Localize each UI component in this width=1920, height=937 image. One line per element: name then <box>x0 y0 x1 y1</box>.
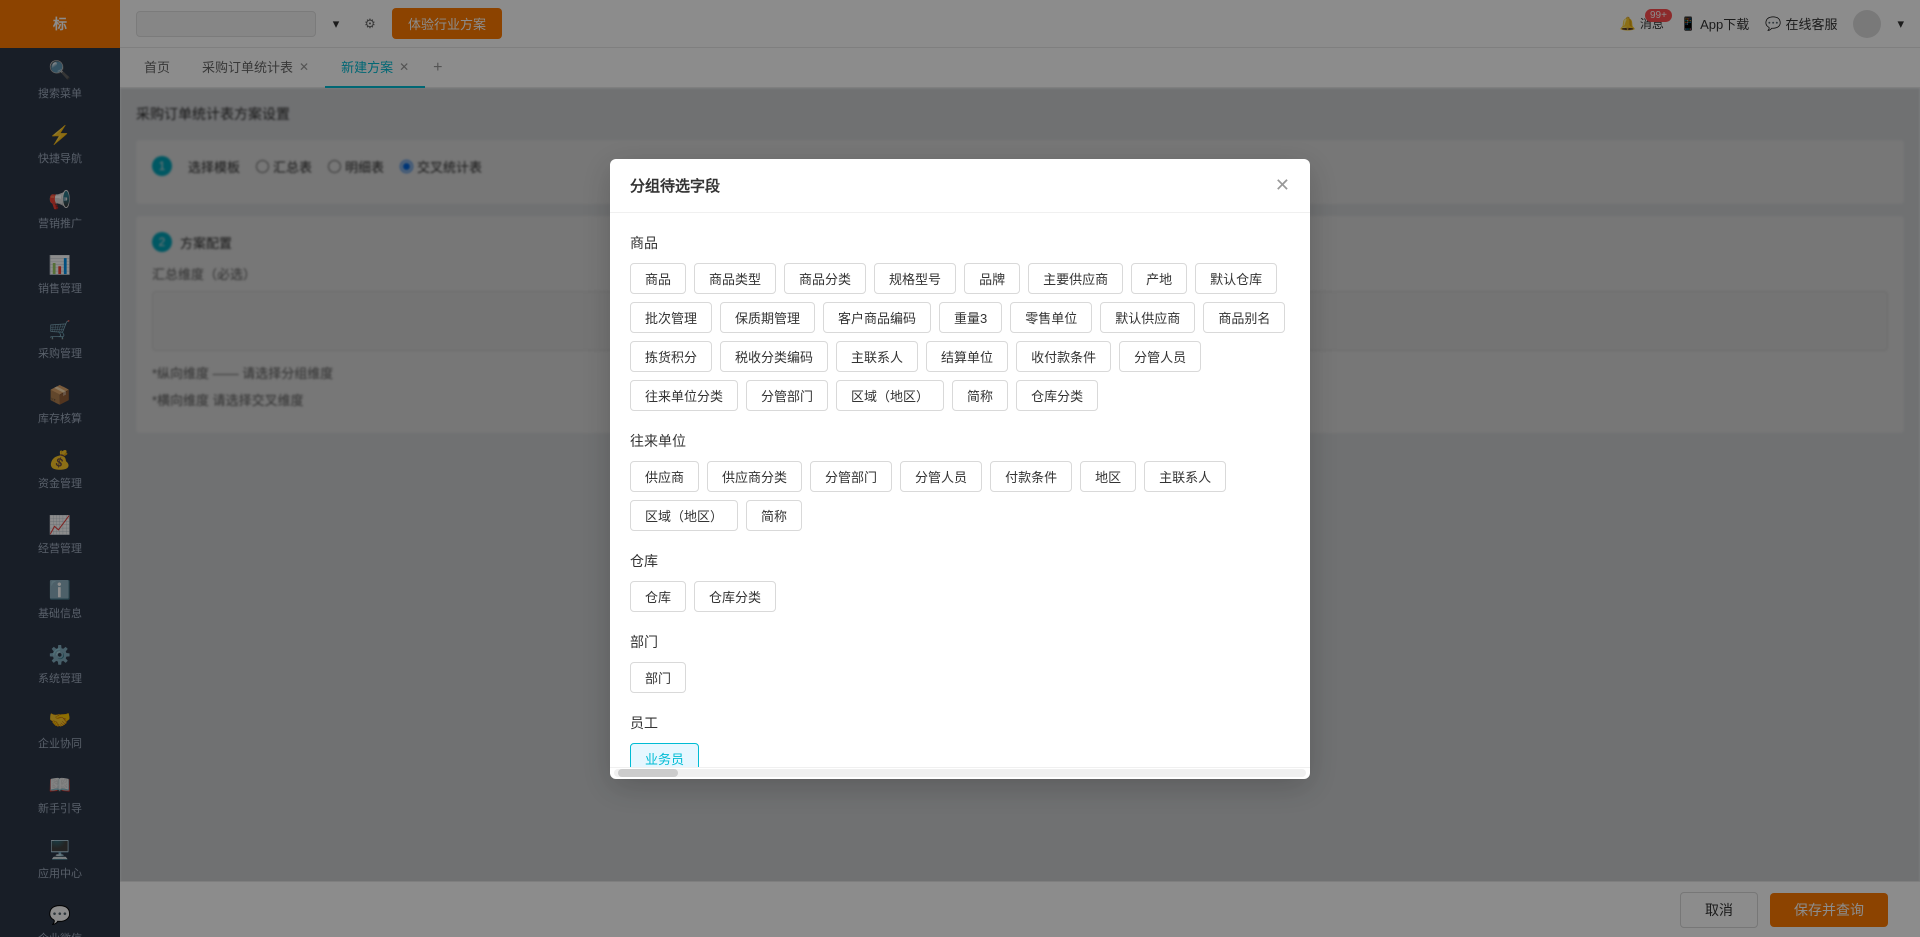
field-section-0: 商品商品商品类型商品分类规格型号品牌主要供应商产地默认仓库批次管理保质期管理客户… <box>630 233 1290 411</box>
field-tag-0-23[interactable]: 区域（地区） <box>836 380 944 411</box>
field-section-1: 往来单位供应商供应商分类分管部门分管人员付款条件地区主联系人区域（地区） 简称 <box>630 431 1290 531</box>
field-tag-0-8[interactable]: 批次管理 <box>630 302 712 333</box>
field-tag-0-16[interactable]: 税收分类编码 <box>720 341 828 372</box>
field-tag-0-25[interactable]: 仓库分类 <box>1016 380 1098 411</box>
field-tag-0-17[interactable]: 主联系人 <box>836 341 918 372</box>
field-section-4: 员工业务员 <box>630 713 1290 767</box>
field-tag-0-0[interactable]: 商品 <box>630 263 686 294</box>
field-tag-1-4[interactable]: 付款条件 <box>990 461 1072 492</box>
field-tag-0-24[interactable]: 简称 <box>952 380 1008 411</box>
field-tag-0-13[interactable]: 默认供应商 <box>1100 302 1195 333</box>
field-tag-1-6[interactable]: 主联系人 <box>1144 461 1226 492</box>
modal-close-button[interactable]: ✕ <box>1275 175 1290 196</box>
field-tag-0-21[interactable]: 往来单位分类 <box>630 380 738 411</box>
section-title-3: 部门 <box>630 632 1290 652</box>
modal-horizontal-scroll[interactable] <box>610 767 1310 779</box>
field-grid-3: 部门 <box>630 662 1290 693</box>
field-tag-0-14[interactable]: 商品别名 <box>1203 302 1285 333</box>
field-tag-0-3[interactable]: 规格型号 <box>874 263 956 294</box>
modal-dialog: 分组待选字段 ✕ 商品商品商品类型商品分类规格型号品牌主要供应商产地默认仓库批次… <box>610 159 1310 779</box>
field-tag-0-5[interactable]: 主要供应商 <box>1028 263 1123 294</box>
section-title-1: 往来单位 <box>630 431 1290 451</box>
modal-body: 商品商品商品类型商品分类规格型号品牌主要供应商产地默认仓库批次管理保质期管理客户… <box>610 213 1310 767</box>
field-grid-2: 仓库仓库分类 <box>630 581 1290 612</box>
field-tag-1-5[interactable]: 地区 <box>1080 461 1136 492</box>
field-tag-0-7[interactable]: 默认仓库 <box>1195 263 1277 294</box>
field-grid-1: 供应商供应商分类分管部门分管人员付款条件地区主联系人区域（地区） 简称 <box>630 461 1290 531</box>
field-tag-0-4[interactable]: 品牌 <box>964 263 1020 294</box>
field-tag-1-7[interactable]: 区域（地区） <box>630 500 738 531</box>
field-tag-3-0[interactable]: 部门 <box>630 662 686 693</box>
section-title-4: 员工 <box>630 713 1290 733</box>
field-tag-2-0[interactable]: 仓库 <box>630 581 686 612</box>
field-tag-0-12[interactable]: 零售单位 <box>1010 302 1092 333</box>
field-tag-0-2[interactable]: 商品分类 <box>784 263 866 294</box>
section-title-2: 仓库 <box>630 551 1290 571</box>
field-tag-1-3[interactable]: 分管人员 <box>900 461 982 492</box>
modal-title: 分组待选字段 <box>630 175 720 196</box>
field-tag-0-20[interactable]: 分管人员 <box>1119 341 1201 372</box>
field-tag-1-0[interactable]: 供应商 <box>630 461 699 492</box>
field-tag-0-1[interactable]: 商品类型 <box>694 263 776 294</box>
field-tag-0-22[interactable]: 分管部门 <box>746 380 828 411</box>
field-section-3: 部门部门 <box>630 632 1290 693</box>
field-tag-4-0[interactable]: 业务员 <box>630 743 699 767</box>
field-tag-0-9[interactable]: 保质期管理 <box>720 302 815 333</box>
field-grid-4: 业务员 <box>630 743 1290 767</box>
field-tag-1-1[interactable]: 供应商分类 <box>707 461 802 492</box>
field-tag-0-19[interactable]: 收付款条件 <box>1016 341 1111 372</box>
section-title-0: 商品 <box>630 233 1290 253</box>
field-tag-1-8[interactable]: 简称 <box>746 500 802 531</box>
field-tag-0-10[interactable]: 客户商品编码 <box>823 302 931 333</box>
modal-overlay[interactable]: 分组待选字段 ✕ 商品商品商品类型商品分类规格型号品牌主要供应商产地默认仓库批次… <box>0 0 1920 937</box>
field-grid-0: 商品商品类型商品分类规格型号品牌主要供应商产地默认仓库批次管理保质期管理客户商品… <box>630 263 1290 411</box>
field-tag-1-2[interactable]: 分管部门 <box>810 461 892 492</box>
field-tag-0-6[interactable]: 产地 <box>1131 263 1187 294</box>
field-tag-0-18[interactable]: 结算单位 <box>926 341 1008 372</box>
field-tag-0-15[interactable]: 拣货积分 <box>630 341 712 372</box>
modal-header: 分组待选字段 ✕ <box>610 159 1310 213</box>
field-tag-0-11[interactable]: 重量3 <box>939 302 1002 333</box>
field-section-2: 仓库仓库仓库分类 <box>630 551 1290 612</box>
field-tag-2-1[interactable]: 仓库分类 <box>694 581 776 612</box>
